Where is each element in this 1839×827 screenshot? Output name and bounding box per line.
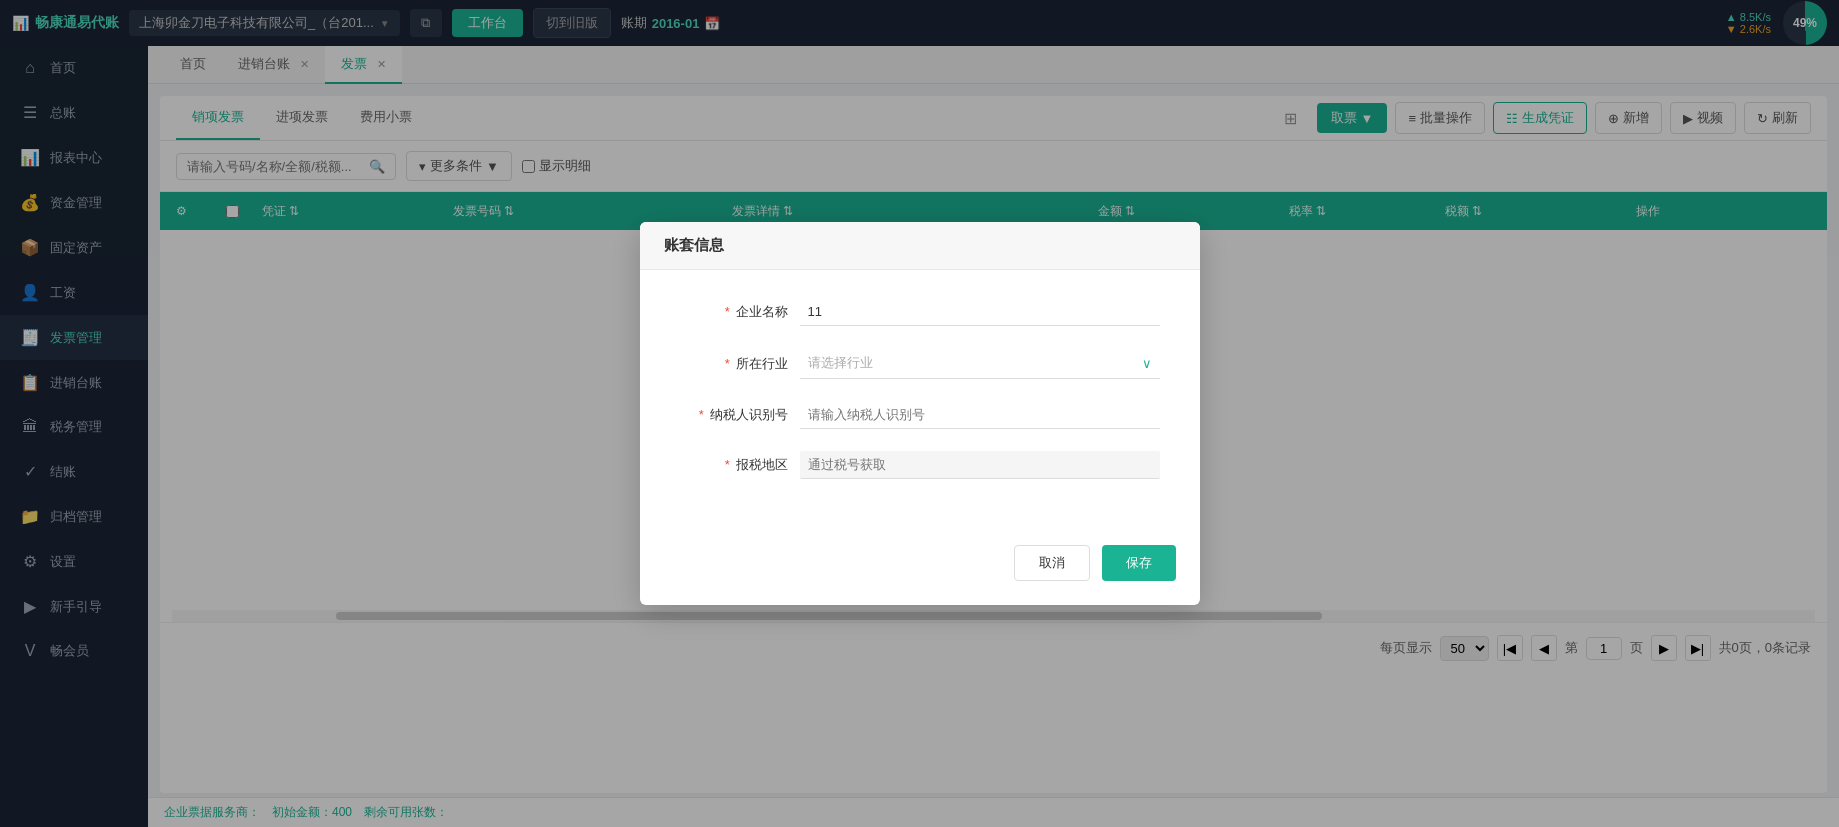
required-star: * bbox=[725, 304, 730, 319]
modal-footer: 取消 保存 bbox=[640, 529, 1200, 605]
tax-region-input bbox=[800, 451, 1160, 479]
company-name-input[interactable] bbox=[800, 298, 1160, 326]
form-row-tax-region: * 报税地区 bbox=[680, 451, 1160, 479]
company-name-label: * 企业名称 bbox=[680, 303, 800, 321]
tax-id-input[interactable] bbox=[800, 401, 1160, 429]
modal-title: 账套信息 bbox=[640, 222, 1200, 270]
modal-overlay: 账套信息 * 企业名称 * 所在行业 请选择行业 ∨ bbox=[0, 0, 1839, 827]
account-info-modal: 账套信息 * 企业名称 * 所在行业 请选择行业 ∨ bbox=[640, 222, 1200, 605]
industry-label: * 所在行业 bbox=[680, 355, 800, 373]
industry-select[interactable]: 请选择行业 ∨ bbox=[800, 348, 1160, 379]
modal-body: * 企业名称 * 所在行业 请选择行业 ∨ * bbox=[640, 270, 1200, 529]
required-star: * bbox=[725, 457, 730, 472]
tax-region-label: * 报税地区 bbox=[680, 456, 800, 474]
required-star: * bbox=[725, 356, 730, 371]
chevron-down-icon: ∨ bbox=[1142, 356, 1152, 371]
save-button[interactable]: 保存 bbox=[1102, 545, 1176, 581]
form-row-tax-id: * 纳税人识别号 bbox=[680, 401, 1160, 429]
required-star: * bbox=[699, 407, 704, 422]
form-row-industry: * 所在行业 请选择行业 ∨ bbox=[680, 348, 1160, 379]
industry-placeholder: 请选择行业 bbox=[808, 354, 1142, 372]
cancel-button[interactable]: 取消 bbox=[1014, 545, 1090, 581]
form-row-company-name: * 企业名称 bbox=[680, 298, 1160, 326]
tax-id-label: * 纳税人识别号 bbox=[680, 406, 800, 424]
